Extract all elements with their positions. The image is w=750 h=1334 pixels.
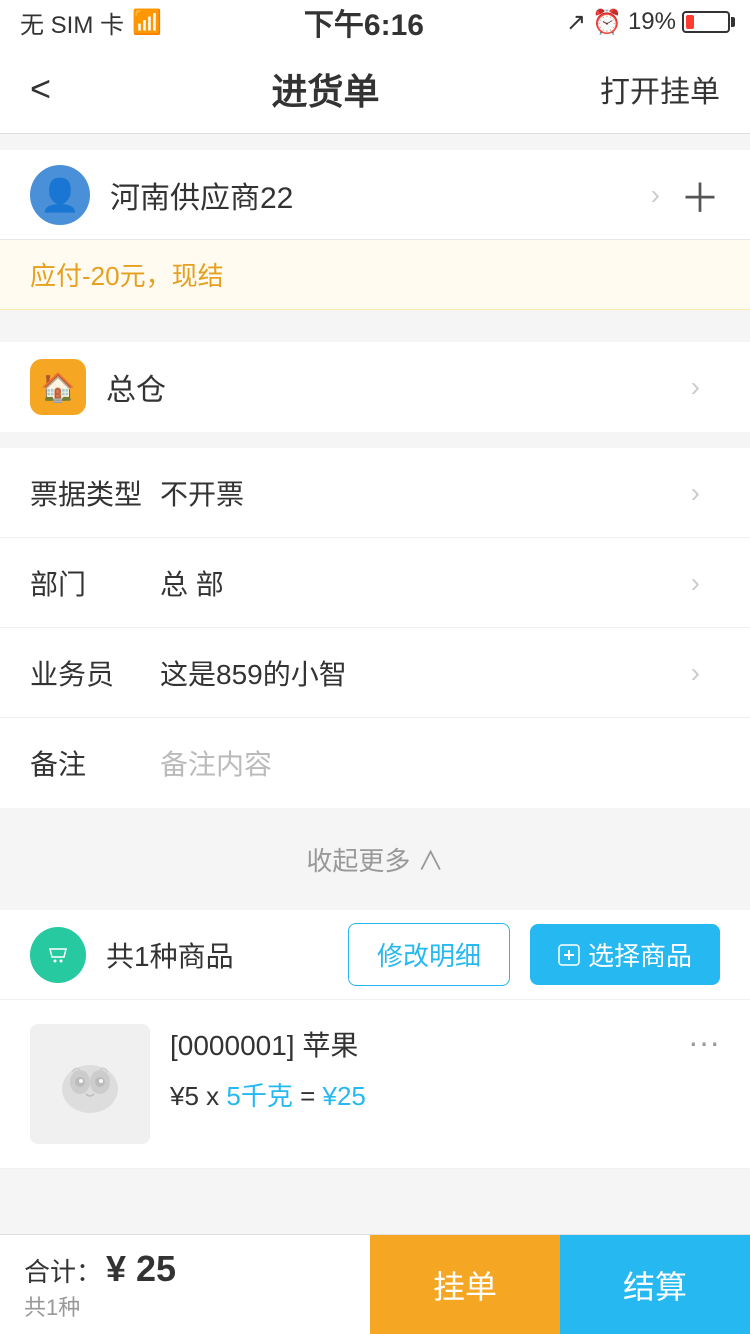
chevron-right-icon: ›: [651, 179, 660, 211]
dept-label: 部门: [30, 563, 160, 603]
invoice-value: 不开票: [160, 473, 691, 513]
remark-label: 备注: [30, 743, 160, 783]
status-bar: 无 SIM 卡 📶 下午6:16 ↗ ⏰ 19%: [0, 0, 750, 44]
alarm-icon: ⏰: [592, 8, 622, 37]
location-icon: ↗: [566, 8, 586, 37]
form-section: 票据类型 不开票 › 部门 总 部 › 业务员 这是859的小智 › 备注 备注…: [0, 448, 750, 808]
supplier-section: 👤 河南供应商22 › ＋ 应付-20元，现结: [0, 150, 750, 310]
status-left: 无 SIM 卡 📶: [20, 5, 162, 40]
remark-row[interactable]: 备注 备注内容: [0, 718, 750, 808]
total-label: 合计：: [24, 1252, 102, 1289]
supplier-avatar: 👤: [30, 165, 90, 225]
status-time: 下午6:16: [304, 0, 424, 44]
chevron-right-icon: ›: [691, 477, 700, 509]
checkout-button[interactable]: 结算: [560, 1235, 750, 1334]
status-right: ↗ ⏰ 19%: [566, 8, 730, 37]
total-amount: ¥ 25: [106, 1248, 176, 1290]
back-button[interactable]: <: [30, 68, 51, 110]
add-button[interactable]: ＋: [680, 166, 720, 224]
select-product-button[interactable]: 选择商品: [530, 924, 720, 985]
sales-row[interactable]: 业务员 这是859的小智 ›: [0, 628, 750, 718]
supplier-name: 河南供应商22: [110, 173, 651, 217]
total-value: ¥25: [323, 1081, 366, 1111]
product-item: [0000001] 苹果 ¥5 x 5千克 = ¥25 ···: [0, 1000, 750, 1169]
select-product-icon: [558, 944, 580, 966]
chevron-right-icon: ›: [691, 567, 700, 599]
sales-value: 这是859的小智: [160, 653, 691, 693]
total-count: 共1种: [24, 1290, 346, 1322]
warehouse-name: 总仓: [106, 365, 691, 409]
edit-detail-button[interactable]: 修改明细: [348, 923, 510, 986]
battery-icon: [682, 11, 730, 33]
notice-bar: 应付-20元，现结: [0, 240, 750, 310]
more-options-button[interactable]: ···: [688, 1024, 720, 1061]
chevron-right-icon: ›: [691, 371, 700, 403]
bottom-bar: 合计： ¥ 25 共1种 挂单 结算: [0, 1234, 750, 1334]
total-section: 合计： ¥ 25 共1种: [0, 1235, 370, 1334]
person-icon: 👤: [40, 176, 80, 214]
chevron-right-icon: ›: [691, 657, 700, 689]
product-count-label: 共1种商品: [106, 935, 328, 975]
collapse-bar[interactable]: 收起更多 ∧: [0, 824, 750, 894]
warehouse-icon: 🏠: [41, 371, 76, 404]
section-divider: [0, 310, 750, 326]
product-price: ¥5 x 5千克 = ¥25: [170, 1076, 678, 1113]
price-label: ¥5 x: [170, 1081, 226, 1111]
product-info: [0000001] 苹果 ¥5 x 5千克 = ¥25: [170, 1024, 678, 1113]
product-count-icon: [30, 927, 86, 983]
products-header: 共1种商品 修改明细 选择商品: [0, 910, 750, 1000]
warehouse-row[interactable]: 🏠 总仓 ›: [0, 342, 750, 432]
wifi-icon: 📶: [132, 8, 162, 37]
battery-label: 19%: [628, 8, 676, 36]
hang-button[interactable]: 挂单: [370, 1235, 560, 1334]
dept-row[interactable]: 部门 总 部 ›: [0, 538, 750, 628]
collapse-label: 收起更多 ∧: [306, 841, 443, 878]
supplier-row[interactable]: 👤 河南供应商22 › ＋: [0, 150, 750, 240]
dept-value: 总 部: [160, 563, 691, 603]
equals-label: =: [300, 1081, 322, 1111]
carrier-label: 无 SIM 卡: [20, 5, 124, 40]
page-title: 进货单: [272, 63, 380, 115]
cart-icon: [42, 939, 74, 971]
notice-text: 应付-20元，现结: [30, 261, 224, 291]
product-name: [0000001] 苹果: [170, 1024, 678, 1064]
product-image: [50, 1044, 130, 1124]
products-section: 共1种商品 修改明细 选择商品: [0, 910, 750, 1169]
nav-bar: < 进货单 打开挂单: [0, 44, 750, 134]
remark-placeholder[interactable]: 备注内容: [160, 743, 720, 783]
sales-label: 业务员: [30, 653, 160, 693]
product-thumbnail: [30, 1024, 150, 1144]
select-product-label: 选择商品: [588, 936, 692, 973]
warehouse-icon-wrap: 🏠: [30, 359, 86, 415]
invoice-label: 票据类型: [30, 473, 160, 513]
product-title: 苹果: [302, 1030, 358, 1061]
quantity-value: 5千克: [226, 1081, 292, 1111]
product-code: [0000001]: [170, 1030, 302, 1061]
invoice-row[interactable]: 票据类型 不开票 ›: [0, 448, 750, 538]
warehouse-section: 🏠 总仓 ›: [0, 342, 750, 432]
open-hang-button[interactable]: 打开挂单: [600, 67, 720, 111]
